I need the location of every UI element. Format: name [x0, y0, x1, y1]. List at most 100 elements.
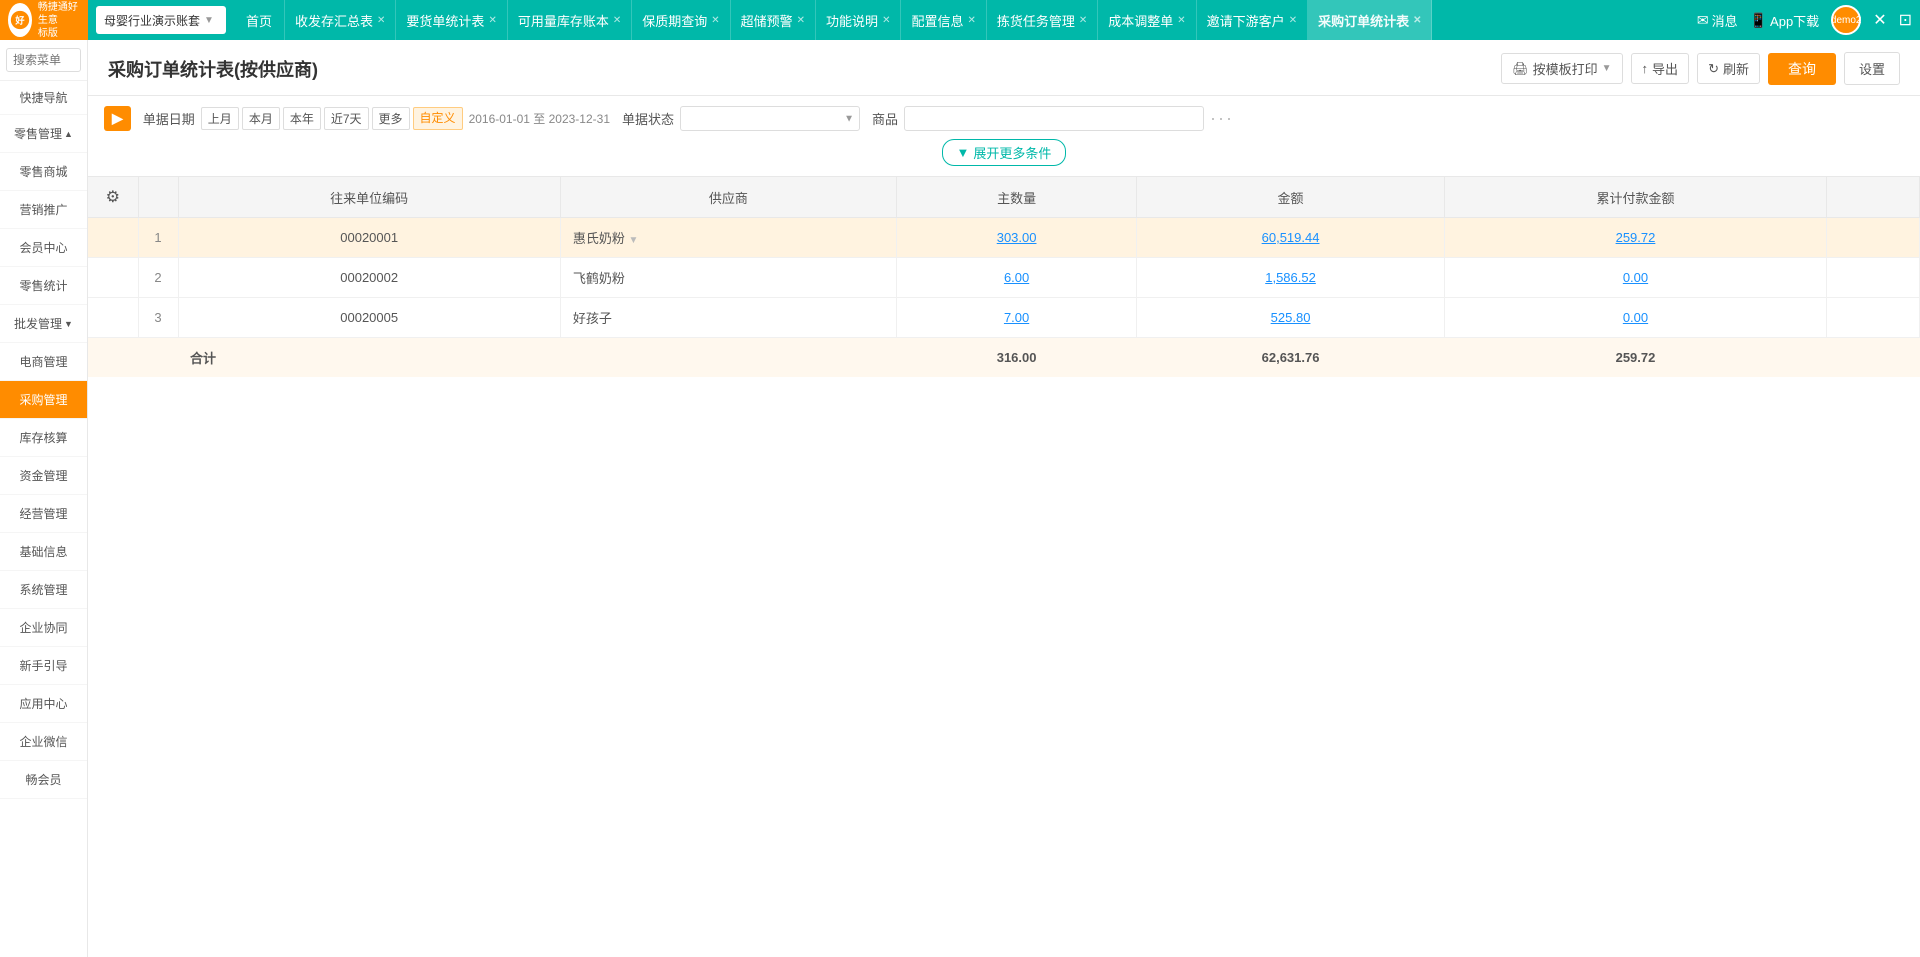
query-btn[interactable]: 查询 [1768, 53, 1836, 85]
col-unit-code: 往来单位编码 [178, 177, 560, 218]
svg-text:好: 好 [14, 15, 24, 26]
shortcut-last-month[interactable]: 上月 [201, 107, 239, 130]
tab-invite-customer[interactable]: 邀请下游客户✕ [1197, 0, 1308, 40]
maximize-window-btn[interactable]: ⊡ [1899, 10, 1912, 30]
sidebar-item-new-guide[interactable]: 新手引导 [0, 647, 87, 685]
export-icon: ↑ [1642, 61, 1649, 76]
col-supplier: 供应商 [560, 177, 896, 218]
tab-home[interactable]: 首页 [234, 0, 285, 40]
shortcut-more[interactable]: 更多 [372, 107, 410, 130]
paid-link[interactable]: 259.72 [1616, 230, 1656, 245]
tab-collect-pay[interactable]: 收发存汇总表✕ [285, 0, 396, 40]
row-paid-cell: 0.00 [1444, 258, 1826, 298]
settings-btn[interactable]: 设置 [1844, 52, 1900, 85]
tab-expiry-query[interactable]: 保质期查询✕ [632, 0, 730, 40]
footer-num-cell [138, 338, 178, 378]
close-icon[interactable]: ✕ [377, 15, 385, 26]
footer-label-cell: 合计 [178, 338, 560, 378]
shortcut-this-month[interactable]: 本月 [242, 107, 280, 130]
tab-available-stock[interactable]: 可用量库存账本✕ [508, 0, 632, 40]
sidebar-item-enterprise-wechat[interactable]: 企业微信 [0, 723, 87, 761]
message-btn[interactable]: ✉ 消息 [1697, 11, 1738, 30]
col-row-num [138, 177, 178, 218]
export-btn[interactable]: ↑ 导出 [1631, 53, 1690, 84]
sidebar-item-purchase-mgmt[interactable]: 采购管理 [0, 381, 87, 419]
close-icon[interactable]: ✕ [1079, 15, 1087, 26]
sidebar-item-app-center[interactable]: 应用中心 [0, 685, 87, 723]
sidebar-item-inventory[interactable]: 库存核算 [0, 419, 87, 457]
expand-more-btn[interactable]: ▼ 展开更多条件 [942, 139, 1067, 166]
avatar[interactable]: demo2 [1831, 5, 1861, 35]
app-download-btn[interactable]: 📱 App下载 [1750, 11, 1820, 30]
col-settings: ⚙ [88, 177, 138, 218]
close-window-btn[interactable]: ✕ [1873, 10, 1886, 30]
date-label: 单据日期 [143, 109, 195, 128]
download-icon: 📱 [1750, 12, 1767, 29]
sidebar-item-finance[interactable]: 资金管理 [0, 457, 87, 495]
row-settings-cell [88, 258, 138, 298]
refresh-btn[interactable]: ↻ 刷新 [1697, 53, 1760, 84]
workspace-selector[interactable]: 母婴行业演示账套 ▼ [96, 6, 226, 34]
logo-icon: 好 [8, 3, 32, 37]
goods-input[interactable] [904, 106, 1204, 131]
filter-toggle-btn[interactable]: ▶ [104, 106, 131, 131]
close-icon[interactable]: ✕ [711, 15, 719, 26]
paid-link[interactable]: 0.00 [1623, 270, 1648, 285]
paid-link[interactable]: 0.00 [1623, 310, 1648, 325]
amount-link[interactable]: 525.80 [1271, 310, 1311, 325]
sidebar-item-ecommerce[interactable]: 电商管理 [0, 343, 87, 381]
close-icon[interactable]: ✕ [1413, 15, 1421, 26]
qty-link[interactable]: 6.00 [1004, 270, 1029, 285]
tab-goods-summary[interactable]: 要货单统计表✕ [396, 0, 507, 40]
close-icon[interactable]: ✕ [797, 15, 805, 26]
sidebar-item-wholesale-mgmt[interactable]: 批发管理 ▼ [0, 305, 87, 343]
qty-link[interactable]: 303.00 [997, 230, 1037, 245]
close-icon[interactable]: ✕ [488, 15, 496, 26]
tab-pick-task[interactable]: 拣货任务管理✕ [987, 0, 1098, 40]
tab-config-info[interactable]: 配置信息✕ [901, 0, 986, 40]
search-input[interactable] [6, 48, 81, 72]
sidebar-item-marketing[interactable]: 营销推广 [0, 191, 87, 229]
data-table: ⚙ 往来单位编码 供应商 主数量 金额 累计付款金额 1 00020001 [88, 177, 1920, 377]
row-unit-code-cell: 00020002 [178, 258, 560, 298]
qty-link[interactable]: 7.00 [1004, 310, 1029, 325]
sidebar-item-retail-mgmt[interactable]: 零售管理 ▲ [0, 115, 87, 153]
amount-link[interactable]: 1,586.52 [1265, 270, 1316, 285]
shortcut-7days[interactable]: 近7天 [324, 107, 369, 130]
sidebar-item-system-mgmt[interactable]: 系统管理 [0, 571, 87, 609]
row-num-cell: 1 [138, 218, 178, 258]
tab-purchase-summary[interactable]: 采购订单统计表✕ [1308, 0, 1432, 40]
sidebar-item-retail-stats[interactable]: 零售统计 [0, 267, 87, 305]
custom-date-tag: 自定义 [413, 107, 463, 130]
tab-function-desc[interactable]: 功能说明✕ [816, 0, 901, 40]
row-amount-cell: 1,586.52 [1137, 258, 1445, 298]
row-settings-cell [88, 218, 138, 258]
print-btn[interactable]: 🖨 按模板打印 ▼ [1501, 53, 1622, 84]
table-gear-icon[interactable]: ⚙ [106, 189, 120, 206]
sidebar-item-member-center[interactable]: 会员中心 [0, 229, 87, 267]
close-icon[interactable]: ✕ [613, 15, 621, 26]
status-filter-group: 单据状态 ▼ [622, 106, 860, 131]
row-unit-code-cell: 00020005 [178, 298, 560, 338]
sidebar-item-retail-shop[interactable]: 零售商城 [0, 153, 87, 191]
logo-text: 畅捷通好生意 标版 [38, 1, 80, 40]
sidebar-item-vip[interactable]: 畅会员 [0, 761, 87, 799]
print-icon: 🖨 [1512, 61, 1529, 77]
sidebar-item-enterprise-coop[interactable]: 企业协同 [0, 609, 87, 647]
sidebar-item-quick-nav[interactable]: 快捷导航 [0, 81, 87, 115]
sidebar-item-basic-info[interactable]: 基础信息 [0, 533, 87, 571]
shortcut-this-year[interactable]: 本年 [283, 107, 321, 130]
row-supplier-cell: 好孩子 [560, 298, 896, 338]
tab-overstock-warn[interactable]: 超储预警✕ [731, 0, 816, 40]
close-icon[interactable]: ✕ [1177, 15, 1185, 26]
status-select[interactable] [680, 106, 860, 131]
amount-link[interactable]: 60,519.44 [1262, 230, 1320, 245]
close-icon[interactable]: ✕ [882, 15, 890, 26]
close-icon[interactable]: ✕ [1289, 15, 1297, 26]
expand-row-icon[interactable]: ▼ [629, 235, 639, 246]
sidebar-item-operations[interactable]: 经营管理 [0, 495, 87, 533]
goods-more-icon[interactable]: ··· [1210, 108, 1234, 129]
close-icon[interactable]: ✕ [967, 15, 975, 26]
tab-cost-adjust[interactable]: 成本调整单✕ [1098, 0, 1196, 40]
goods-filter-group: 商品 ··· [872, 106, 1904, 131]
